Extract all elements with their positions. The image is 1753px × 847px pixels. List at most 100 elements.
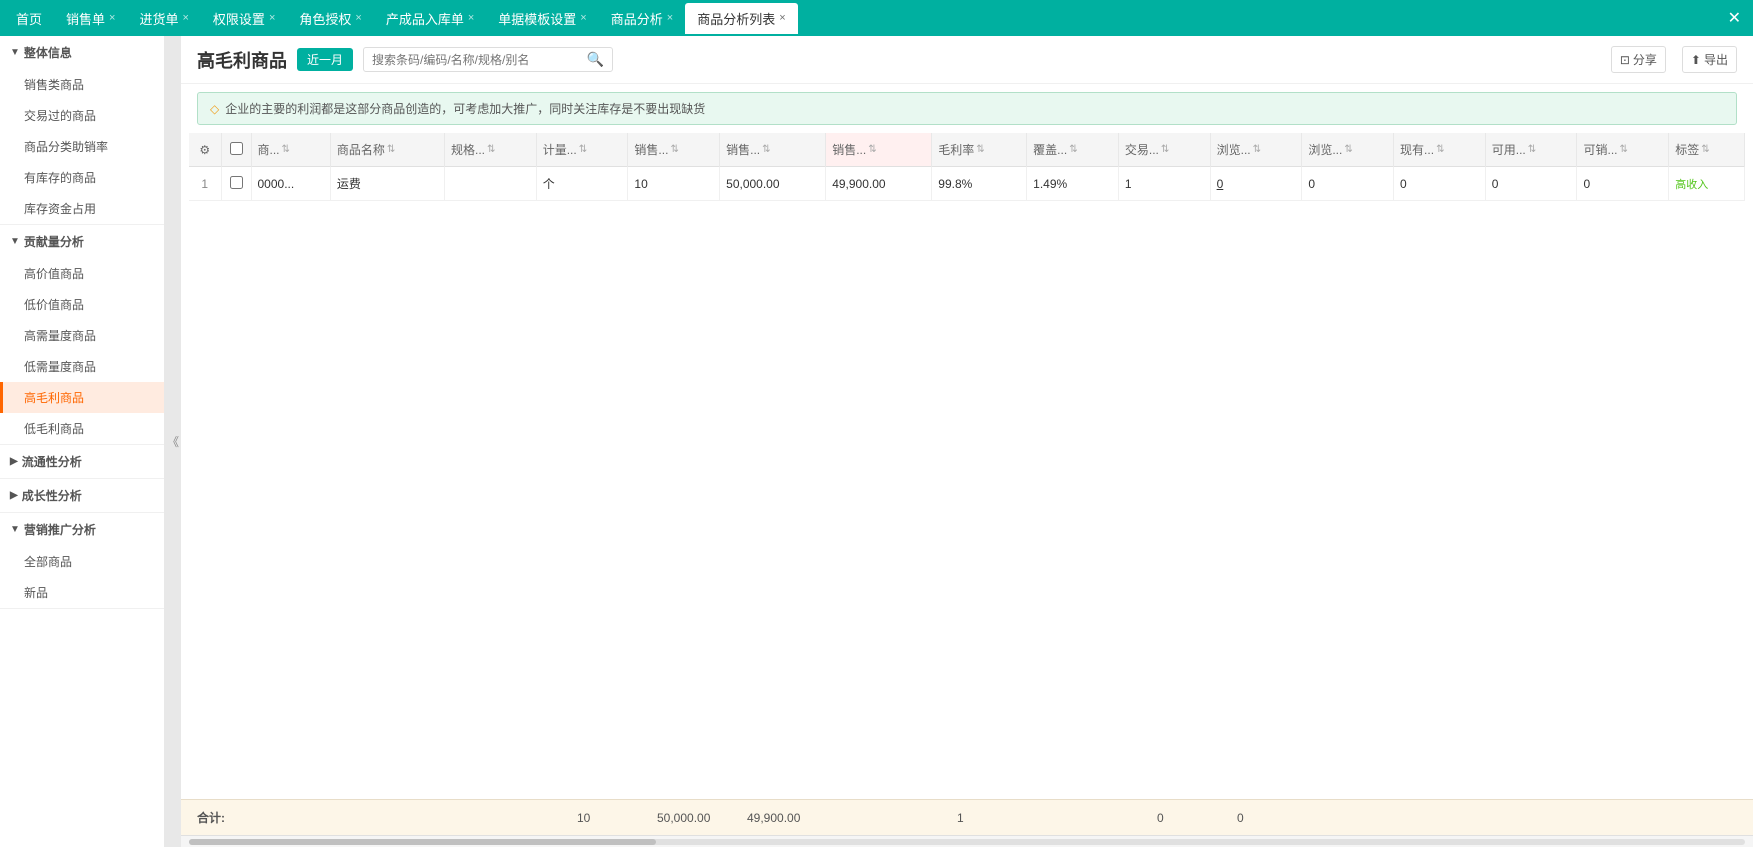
col-browse2[interactable]: 浏览...⇅ bbox=[1302, 133, 1394, 167]
footer-sales-cost: 49,900.00 bbox=[741, 811, 831, 825]
select-all-checkbox[interactable] bbox=[230, 142, 243, 155]
sidebar-item-low-value[interactable]: 低价值商品 bbox=[0, 289, 164, 320]
table-header-row: ⚙ 商...⇅ 商品名称⇅ 规格...⇅ 计量...⇅ 销售...⇅ 销售...… bbox=[189, 133, 1745, 167]
sidebar-group-overall[interactable]: ▼ 整体信息 bbox=[0, 36, 164, 69]
sidebar-group-contribution[interactable]: ▼ 贡献量分析 bbox=[0, 225, 164, 258]
nav-tab-permission[interactable]: 权限设置 × bbox=[201, 3, 287, 34]
nav-tab-role[interactable]: 角色授权 × bbox=[287, 3, 373, 34]
col-browse1[interactable]: 浏览...⇅ bbox=[1210, 133, 1302, 167]
nav-tab-purchase[interactable]: 进货单 × bbox=[127, 3, 200, 34]
info-text: 企业的主要的利润都是这部分商品创造的，可考虑加大推广，同时关注库存是不要出现缺货 bbox=[225, 100, 705, 117]
sidebar-item-high-margin[interactable]: 高毛利商品 bbox=[0, 382, 164, 413]
sidebar-item-low-demand[interactable]: 低需量度商品 bbox=[0, 351, 164, 382]
sidebar-section-overall: ▼ 整体信息 销售类商品 交易过的商品 商品分类助销率 有库存的商品 库存资金占… bbox=[0, 36, 164, 225]
row-sales-amount: 50,000.00 bbox=[720, 167, 826, 201]
col-available[interactable]: 可用...⇅ bbox=[1485, 133, 1577, 167]
nav-tab-analysis[interactable]: 商品分析 × bbox=[599, 3, 685, 34]
sort-icon: ⇅ bbox=[1253, 144, 1261, 155]
col-sellable[interactable]: 可销...⇅ bbox=[1577, 133, 1669, 167]
row-browse1[interactable]: 0 bbox=[1210, 167, 1302, 201]
close-icon[interactable]: × bbox=[779, 12, 785, 24]
content-area: 高毛利商品 近一月 🔍 ⊡ 分享 ⬆ 导出 ◇ 企业的主要的利润都是这部分商品创… bbox=[181, 36, 1753, 847]
chevron-right-icon: ▶ bbox=[10, 456, 18, 467]
col-unit[interactable]: 计量...⇅ bbox=[536, 133, 628, 167]
search-icon[interactable]: 🔍 bbox=[587, 51, 604, 68]
row-current: 0 bbox=[1394, 167, 1486, 201]
sidebar-item-category-rate[interactable]: 商品分类助销率 bbox=[0, 131, 164, 162]
nav-tab-inbound[interactable]: 产成品入库单 × bbox=[374, 3, 486, 34]
info-banner: ◇ 企业的主要的利润都是这部分商品创造的，可考虑加大推广，同时关注库存是不要出现… bbox=[197, 92, 1737, 125]
nav-tab-sales[interactable]: 销售单 × bbox=[54, 3, 127, 34]
col-settings[interactable]: ⚙ bbox=[189, 133, 221, 167]
content-header: 高毛利商品 近一月 🔍 ⊡ 分享 ⬆ 导出 bbox=[181, 36, 1753, 84]
sort-icon: ⇅ bbox=[1701, 144, 1709, 155]
sidebar-item-high-demand[interactable]: 高需量度商品 bbox=[0, 320, 164, 351]
row-checkbox-cell[interactable] bbox=[221, 167, 251, 201]
col-sales-amount[interactable]: 销售...⇅ bbox=[720, 133, 826, 167]
share-button[interactable]: ⊡ 分享 bbox=[1611, 46, 1666, 73]
sidebar-group-liquidity[interactable]: ▶ 流通性分析 bbox=[0, 445, 164, 478]
close-icon[interactable]: × bbox=[468, 12, 474, 24]
chevron-down-icon: ▼ bbox=[10, 524, 20, 535]
nav-tab-template[interactable]: 单据模板设置 × bbox=[486, 3, 598, 34]
sidebar-item-sales-goods[interactable]: 销售类商品 bbox=[0, 69, 164, 100]
row-spec bbox=[444, 167, 536, 201]
chevron-right-icon: ▶ bbox=[10, 490, 18, 501]
scrollbar-track[interactable] bbox=[189, 839, 1745, 845]
col-sales-cost[interactable]: 销售...⇅ bbox=[826, 133, 932, 167]
col-coverage[interactable]: 覆盖...⇅ bbox=[1027, 133, 1119, 167]
nav-tab-home[interactable]: 首页 bbox=[4, 3, 54, 34]
sidebar-item-traded-goods[interactable]: 交易过的商品 bbox=[0, 100, 164, 131]
col-sales-qty[interactable]: 销售...⇅ bbox=[628, 133, 720, 167]
col-name[interactable]: 商品名称⇅ bbox=[330, 133, 444, 167]
share-icon: ⊡ bbox=[1620, 53, 1630, 67]
close-icon[interactable]: × bbox=[667, 12, 673, 24]
row-browse2: 0 bbox=[1302, 167, 1394, 201]
row-transaction: 1 bbox=[1118, 167, 1210, 201]
sidebar-section-liquidity: ▶ 流通性分析 bbox=[0, 445, 164, 479]
search-box[interactable]: 🔍 bbox=[363, 47, 613, 72]
col-gross-rate[interactable]: 毛利率⇅ bbox=[932, 133, 1027, 167]
table-container[interactable]: ⚙ 商...⇅ 商品名称⇅ 规格...⇅ 计量...⇅ 销售...⇅ 销售...… bbox=[189, 133, 1745, 799]
horizontal-scrollbar[interactable] bbox=[181, 835, 1753, 847]
top-navigation: 首页 销售单 × 进货单 × 权限设置 × 角色授权 × 产成品入库单 × 单据… bbox=[0, 0, 1753, 36]
export-button[interactable]: ⬆ 导出 bbox=[1682, 46, 1737, 73]
sidebar-item-high-value[interactable]: 高价值商品 bbox=[0, 258, 164, 289]
sidebar-toggle-button[interactable]: 《 bbox=[165, 36, 181, 847]
sort-icon: ⇅ bbox=[487, 144, 495, 155]
chevron-down-icon: ▼ bbox=[10, 47, 20, 58]
row-available: 0 bbox=[1485, 167, 1577, 201]
col-current[interactable]: 现有...⇅ bbox=[1394, 133, 1486, 167]
sidebar-section-contribution: ▼ 贡献量分析 高价值商品 低价值商品 高需量度商品 低需量度商品 高毛利商品 … bbox=[0, 225, 164, 445]
sort-icon: ⇅ bbox=[762, 144, 770, 155]
search-input[interactable] bbox=[372, 53, 587, 67]
sidebar-item-stock-fund[interactable]: 库存资金占用 bbox=[0, 193, 164, 224]
close-icon[interactable]: × bbox=[355, 12, 361, 24]
sidebar-group-marketing[interactable]: ▼ 营销推广分析 bbox=[0, 513, 164, 546]
col-transaction[interactable]: 交易...⇅ bbox=[1118, 133, 1210, 167]
row-sellable: 0 bbox=[1577, 167, 1669, 201]
sidebar-item-all-goods[interactable]: 全部商品 bbox=[0, 546, 164, 577]
footer-sales-qty: 10 bbox=[571, 811, 651, 825]
nav-tab-analysis-list[interactable]: 商品分析列表 × bbox=[685, 3, 797, 34]
close-icon[interactable]: × bbox=[269, 12, 275, 24]
close-icon[interactable]: × bbox=[109, 12, 115, 24]
sidebar-item-stocked-goods[interactable]: 有库存的商品 bbox=[0, 162, 164, 193]
sidebar-group-growth[interactable]: ▶ 成长性分析 bbox=[0, 479, 164, 512]
sidebar-item-low-margin[interactable]: 低毛利商品 bbox=[0, 413, 164, 444]
export-icon: ⬆ bbox=[1691, 53, 1701, 67]
filter-recent-month-button[interactable]: 近一月 bbox=[297, 48, 353, 71]
scrollbar-thumb[interactable] bbox=[189, 839, 656, 845]
col-tag[interactable]: 标签⇅ bbox=[1669, 133, 1745, 167]
close-icon[interactable]: × bbox=[580, 12, 586, 24]
sort-icon: ⇅ bbox=[670, 144, 678, 155]
close-icon[interactable]: × bbox=[182, 12, 188, 24]
footer-totals: 合计: 10 50,000.00 49,900.00 1 0 0 bbox=[181, 799, 1753, 835]
footer-current: 0 bbox=[1151, 811, 1231, 825]
row-checkbox[interactable] bbox=[230, 176, 243, 189]
col-spec[interactable]: 规格...⇅ bbox=[444, 133, 536, 167]
sidebar-item-new-goods[interactable]: 新品 bbox=[0, 577, 164, 608]
window-close-button[interactable]: ✕ bbox=[1720, 4, 1749, 32]
col-code[interactable]: 商...⇅ bbox=[251, 133, 330, 167]
row-sales-cost: 49,900.00 bbox=[826, 167, 932, 201]
